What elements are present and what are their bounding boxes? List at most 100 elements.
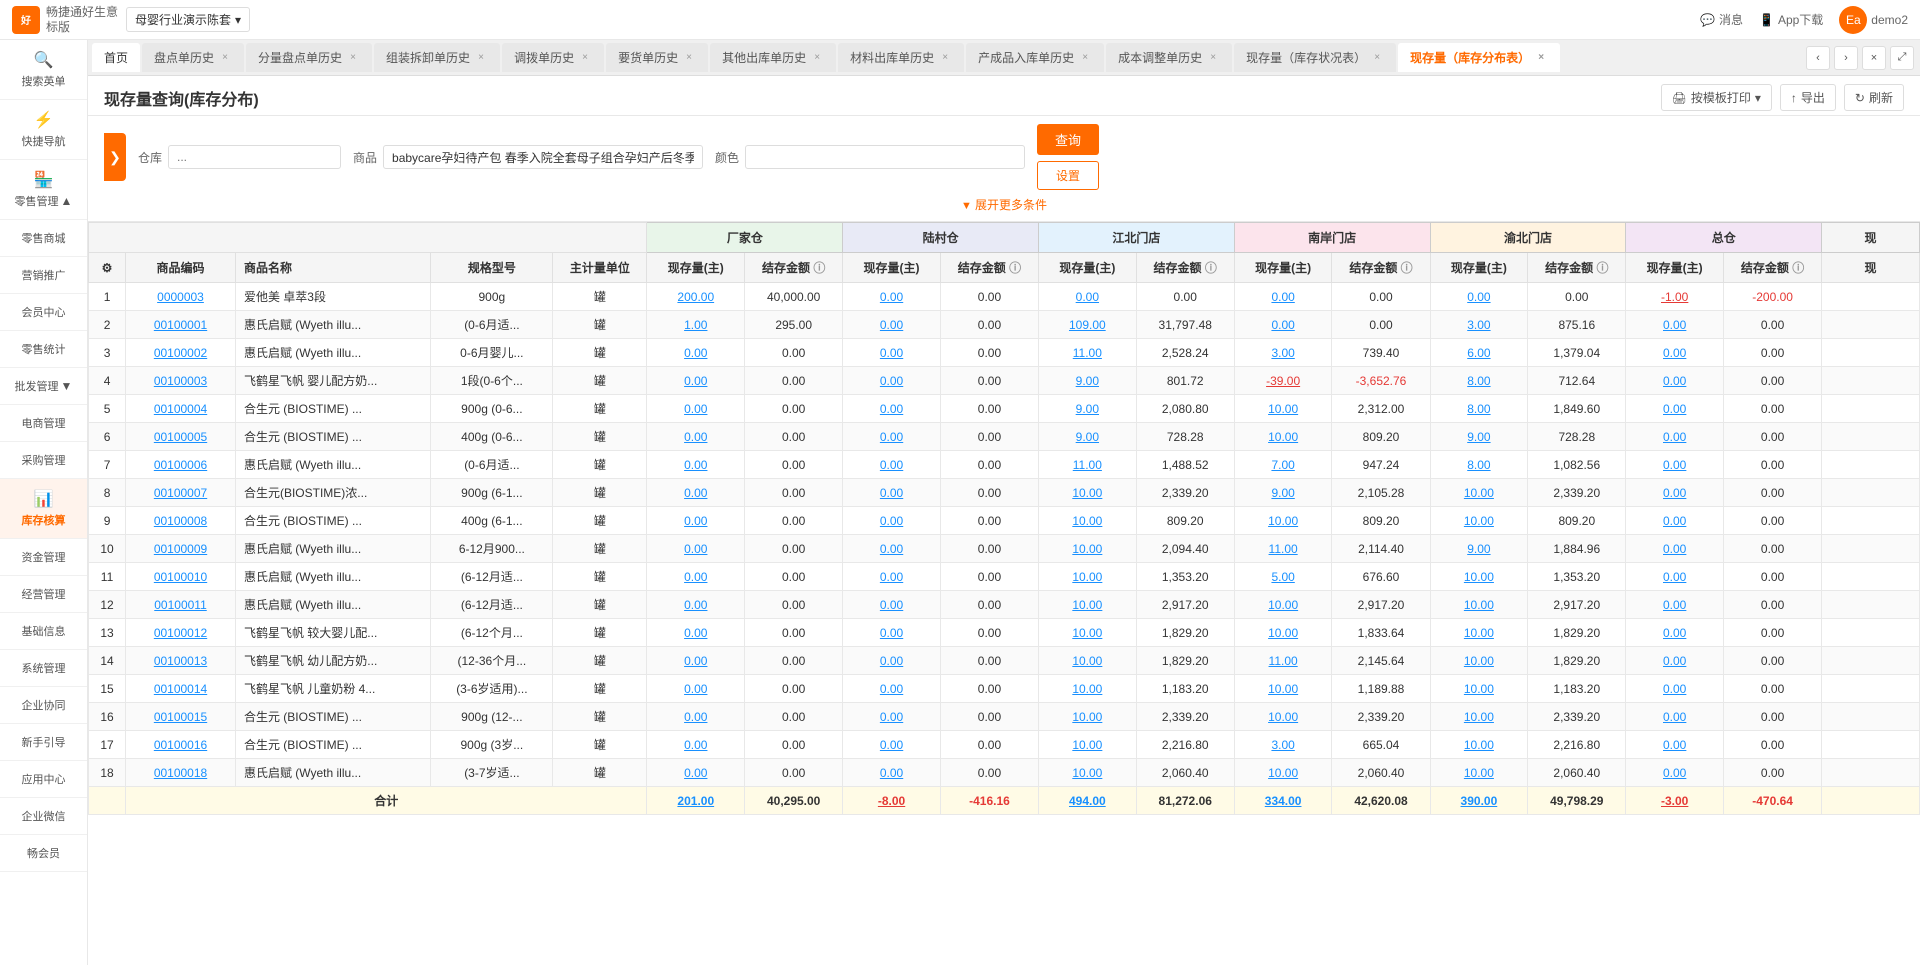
tab-material-out[interactable]: 材料出库单历史 × bbox=[838, 43, 964, 72]
sidebar-item-wholesale[interactable]: 批发管理 ▼ bbox=[0, 368, 87, 405]
tab-close-other[interactable]: × bbox=[810, 51, 824, 65]
app-download-action[interactable]: 📱 App下载 bbox=[1759, 11, 1823, 28]
cell-code: 00100012 bbox=[126, 619, 236, 647]
sidebar-item-corpwechat[interactable]: 企业微信 bbox=[0, 798, 87, 835]
tab-transfer[interactable]: 调拨单历史 × bbox=[502, 43, 604, 72]
cell-na-qty: 10.00 bbox=[1234, 395, 1332, 423]
cell-luc-amt: 0.00 bbox=[940, 423, 1038, 451]
export-btn[interactable]: ↑ 导出 bbox=[1780, 84, 1836, 111]
cell-na-qty: 11.00 bbox=[1234, 535, 1332, 563]
cell-seq: 10 bbox=[89, 535, 126, 563]
col-group-cur: 现 bbox=[1822, 223, 1920, 253]
store-selector[interactable]: 母婴行业演示陈套 ▾ bbox=[126, 7, 250, 32]
tab-prev-btn[interactable]: ‹ bbox=[1806, 46, 1830, 70]
main-area: 首页 盘点单历史 × 分量盘点单历史 × 组装拆卸单历史 × 调拨单历史 × 要… bbox=[88, 40, 1920, 965]
tab-close-purchase[interactable]: × bbox=[682, 51, 696, 65]
cell-luc-qty: 0.00 bbox=[843, 423, 941, 451]
tab-close-cost[interactable]: × bbox=[1206, 51, 1220, 65]
table-container[interactable]: 厂家仓 陆村仓 江北门店 南岸门店 渝北门店 总仓 现 ⚙ 商品编码 商品名称 … bbox=[88, 222, 1920, 965]
cell-na-amt: 1,189.88 bbox=[1332, 675, 1430, 703]
query-btn[interactable]: 查询 bbox=[1037, 124, 1099, 155]
col-group-fac: 厂家仓 bbox=[647, 223, 843, 253]
sidebar-item-appcenter[interactable]: 应用中心 bbox=[0, 761, 87, 798]
sidebar-item-enterprise[interactable]: 企业协同 bbox=[0, 687, 87, 724]
tab-close-all-btn[interactable]: × bbox=[1862, 46, 1886, 70]
cell-spec: 0-6月婴儿... bbox=[431, 339, 553, 367]
tab-sub-inventory-count[interactable]: 分量盘点单历史 × bbox=[246, 43, 372, 72]
sidebar-item-vip[interactable]: 畅会员 bbox=[0, 835, 87, 872]
sidebar-item-operations[interactable]: 经营管理 bbox=[0, 576, 87, 613]
sidebar-item-member[interactable]: 会员中心 bbox=[0, 294, 87, 331]
tab-next-btn[interactable]: › bbox=[1834, 46, 1858, 70]
tab-close-sub[interactable]: × bbox=[346, 51, 360, 65]
sidebar-item-system[interactable]: 系统管理 bbox=[0, 650, 87, 687]
filter-area: ❯ 仓库 商品 颜色 查询 设置 ▼ 展开更多 bbox=[88, 116, 1920, 222]
cell-jb-qty: 10.00 bbox=[1039, 731, 1137, 759]
color-input[interactable] bbox=[745, 145, 1025, 169]
cell-total-qty: 0.00 bbox=[1626, 535, 1724, 563]
tab-other-out[interactable]: 其他出库单历史 × bbox=[710, 43, 836, 72]
cell-yb-amt: 712.64 bbox=[1528, 367, 1626, 395]
cell-na-qty: 10.00 bbox=[1234, 703, 1332, 731]
user-action[interactable]: Ea demo2 bbox=[1839, 6, 1908, 34]
message-action[interactable]: 💬 消息 bbox=[1700, 11, 1743, 28]
table-row: 9 00100008 合生元 (BIOSTIME) ... 400g (6-1.… bbox=[89, 507, 1920, 535]
tab-close-product[interactable]: × bbox=[1078, 51, 1092, 65]
cell-na-amt: 2,060.40 bbox=[1332, 759, 1430, 787]
cell-jb-qty: 10.00 bbox=[1039, 507, 1137, 535]
topbar: 好 畅捷通好生意 标版 母婴行业演示陈套 ▾ 💬 消息 📱 App下载 Ea d… bbox=[0, 0, 1920, 40]
tab-home[interactable]: 首页 bbox=[92, 43, 140, 72]
tab-stock-status[interactable]: 现存量（库存状况表） × bbox=[1234, 43, 1396, 72]
tab-inventory-count[interactable]: 盘点单历史 × bbox=[142, 43, 244, 72]
side-expand-btn[interactable]: ❯ bbox=[104, 133, 126, 181]
cell-luc-amt: 0.00 bbox=[940, 283, 1038, 311]
tab-cost-adjust[interactable]: 成本调整单历史 × bbox=[1106, 43, 1232, 72]
sidebar-item-finance[interactable]: 资金管理 bbox=[0, 539, 87, 576]
expand-icon: ▲ bbox=[61, 194, 73, 208]
tab-purchase-return[interactable]: 要货单历史 × bbox=[606, 43, 708, 72]
cell-total-qty: 0.00 bbox=[1626, 563, 1724, 591]
expand-more-btn[interactable]: ▼ 展开更多条件 bbox=[104, 196, 1904, 213]
cell-code: 00100003 bbox=[126, 367, 236, 395]
tab-close-status[interactable]: × bbox=[1370, 51, 1384, 65]
tab-expand-btn[interactable]: ⤢ bbox=[1890, 46, 1914, 70]
sidebar-item-basic[interactable]: 基础信息 bbox=[0, 613, 87, 650]
cell-cur bbox=[1822, 647, 1920, 675]
tab-assembly[interactable]: 组装拆卸单历史 × bbox=[374, 43, 500, 72]
warehouse-label: 仓库 bbox=[138, 149, 162, 166]
tab-stock-dist[interactable]: 现存量（库存分布表） × bbox=[1398, 43, 1560, 72]
sidebar-item-retail-store[interactable]: 零售商城 bbox=[0, 220, 87, 257]
tab-product-in[interactable]: 产成品入库单历史 × bbox=[966, 43, 1104, 72]
product-input[interactable] bbox=[383, 145, 703, 169]
sidebar-item-guide[interactable]: 新手引导 bbox=[0, 724, 87, 761]
cell-spec: (3-6岁适用)... bbox=[431, 675, 553, 703]
cell-na-amt: 0.00 bbox=[1332, 311, 1430, 339]
print-btn[interactable]: 🖨 按模板打印 ▾ bbox=[1661, 84, 1772, 111]
sidebar-item-retail[interactable]: 🏪 零售管理 ▲ bbox=[0, 160, 87, 220]
sidebar-item-nav[interactable]: ⚡ 快捷导航 bbox=[0, 100, 87, 160]
sidebar-item-purchase[interactable]: 采购管理 bbox=[0, 442, 87, 479]
cell-code: 00100015 bbox=[126, 703, 236, 731]
settings-btn[interactable]: 设置 bbox=[1037, 161, 1099, 190]
tab-close-transfer[interactable]: × bbox=[578, 51, 592, 65]
summary-jb-qty: 494.00 bbox=[1039, 787, 1137, 815]
cell-jb-qty: 9.00 bbox=[1039, 395, 1137, 423]
sidebar-item-ecommerce[interactable]: 电商管理 bbox=[0, 405, 87, 442]
cell-jb-amt: 1,488.52 bbox=[1136, 451, 1234, 479]
tab-close-inventory-count[interactable]: × bbox=[218, 51, 232, 65]
sidebar-item-search[interactable]: 🔍 搜索英单 bbox=[0, 40, 87, 100]
sidebar-item-marketing[interactable]: 营销推广 bbox=[0, 257, 87, 294]
tab-close-dist[interactable]: × bbox=[1534, 51, 1548, 65]
cell-na-qty: 10.00 bbox=[1234, 423, 1332, 451]
tab-close-material[interactable]: × bbox=[938, 51, 952, 65]
cell-total-qty: 0.00 bbox=[1626, 339, 1724, 367]
refresh-btn[interactable]: ↻ 刷新 bbox=[1844, 84, 1904, 111]
sidebar-item-inventory[interactable]: 📊 库存核算 bbox=[0, 479, 87, 539]
cell-jb-amt: 728.28 bbox=[1136, 423, 1234, 451]
summary-na-qty: 334.00 bbox=[1234, 787, 1332, 815]
cell-na-amt: 739.40 bbox=[1332, 339, 1430, 367]
warehouse-input[interactable] bbox=[168, 145, 341, 169]
sidebar-item-retail-stat[interactable]: 零售统计 bbox=[0, 331, 87, 368]
tab-close-assembly[interactable]: × bbox=[474, 51, 488, 65]
cell-unit: 罐 bbox=[553, 507, 647, 535]
